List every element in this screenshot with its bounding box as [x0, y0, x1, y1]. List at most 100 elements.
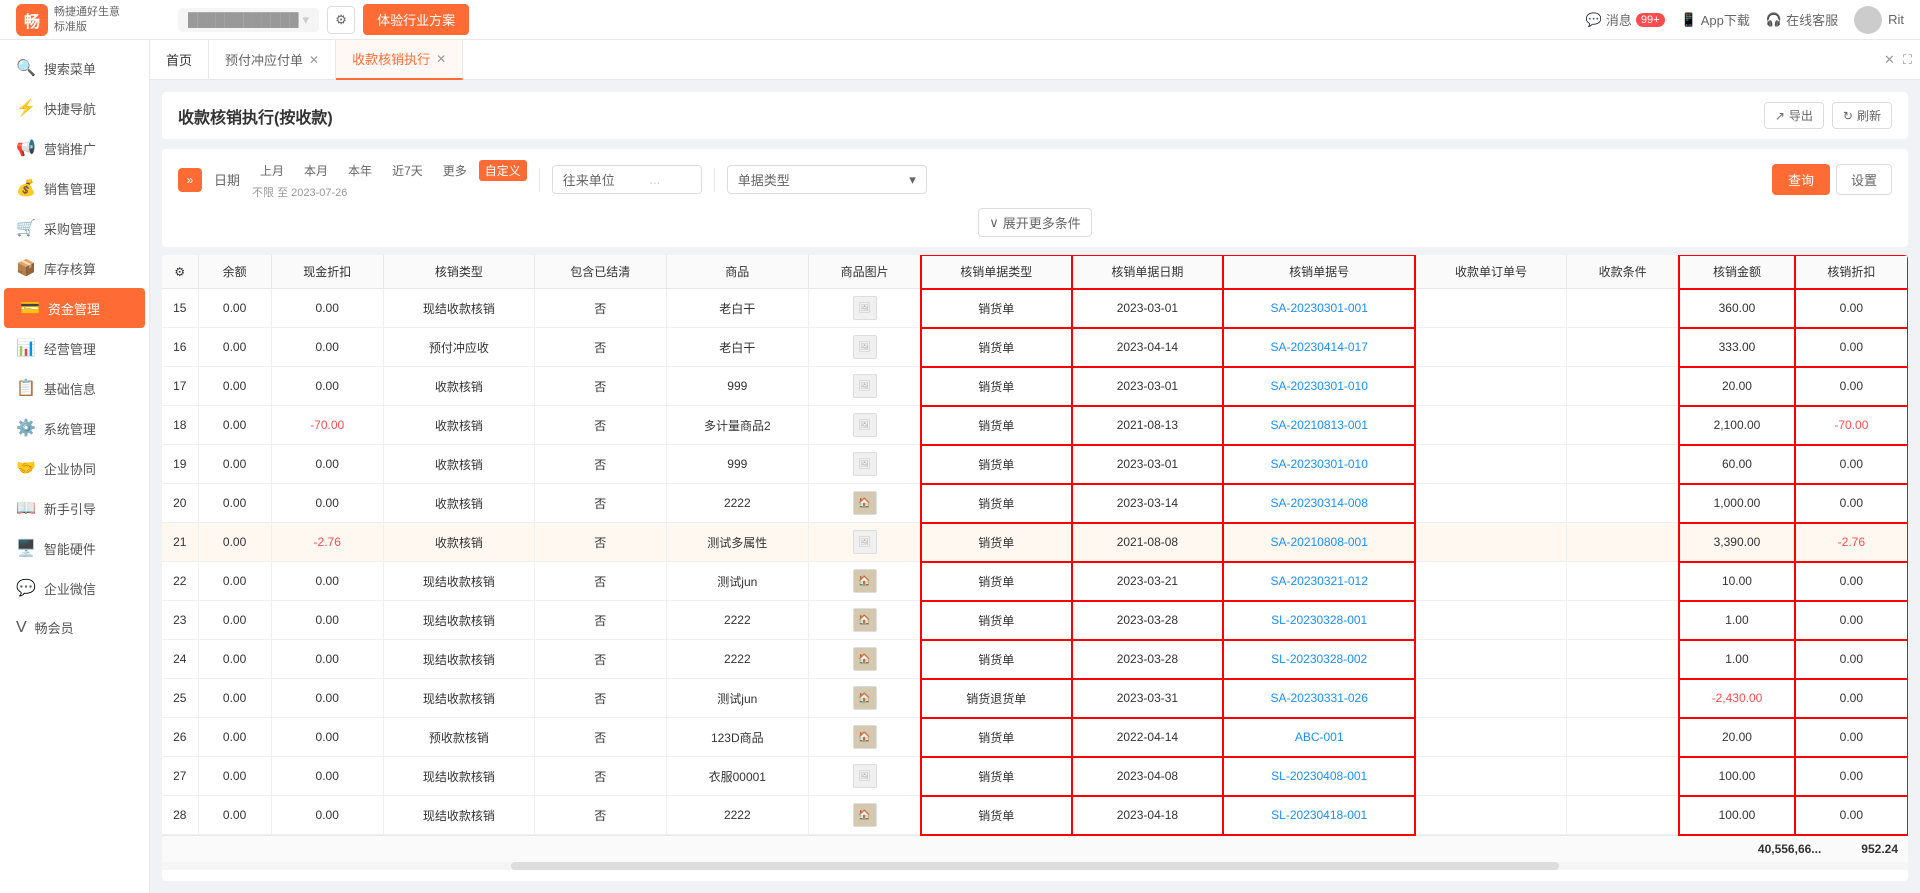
- cell-goods: 2222: [666, 796, 808, 835]
- table-row: 16 0.00 0.00 预付冲应收 否 老白干 🖼 销货单 2023-04-1…: [162, 328, 1908, 367]
- sidebar-item-purchase[interactable]: 🛒 采购管理: [0, 208, 149, 248]
- cell-doc-type: 销货单: [921, 328, 1072, 367]
- doc-no-link[interactable]: SL-20230408-001: [1271, 769, 1367, 783]
- cell-cash-discount: -2.76: [271, 523, 383, 562]
- cell-writeoff-type: 收款核销: [383, 484, 534, 523]
- doc-no-link[interactable]: ABC-001: [1295, 730, 1344, 744]
- user-area[interactable]: Rit: [1854, 6, 1904, 34]
- sidebar-item-search[interactable]: 🔍 搜索菜单: [0, 48, 149, 88]
- cell-goods-img: 🖼: [809, 757, 921, 796]
- cell-seq: 17: [162, 367, 198, 406]
- cell-doc-type: 销货单: [921, 562, 1072, 601]
- settings-icon[interactable]: ⚙: [327, 6, 355, 34]
- app-download-area[interactable]: 📱 App下载: [1681, 10, 1750, 29]
- sidebar-item-shortcut[interactable]: ⚡ 快捷导航: [0, 88, 149, 128]
- tab-home[interactable]: 首页: [150, 40, 209, 80]
- date-label: 日期: [214, 170, 240, 189]
- cell-discount: 0.00: [1795, 718, 1907, 757]
- window-expand-icon[interactable]: ⛶: [1903, 52, 1912, 68]
- voucher-type-selector[interactable]: 单据类型 ▾: [727, 165, 927, 194]
- sidebar-label-wechat: 企业微信: [44, 579, 96, 598]
- sidebar-item-guide[interactable]: 📖 新手引导: [0, 488, 149, 528]
- sidebar-label-marketing: 营销推广: [44, 139, 96, 158]
- filter-row: » 日期 上月 本月 本年 近7天 更多 自定义 不限 至 2023-07-26: [178, 159, 1892, 200]
- date-btn-this-month[interactable]: 本月: [296, 159, 336, 182]
- sidebar-item-enterprise[interactable]: 🤝 企业协同: [0, 448, 149, 488]
- sidebar-item-inventory[interactable]: 📦 库存核算: [0, 248, 149, 288]
- industry-button[interactable]: 体验行业方案: [363, 4, 469, 35]
- cell-balance: 0.00: [198, 406, 271, 445]
- doc-no-link[interactable]: SL-20230418-001: [1271, 808, 1367, 822]
- doc-no-link[interactable]: SL-20230328-002: [1271, 652, 1367, 666]
- doc-no-link[interactable]: SA-20230414-017: [1270, 340, 1367, 354]
- partner-selector[interactable]: 往来单位 ...: [552, 165, 702, 194]
- doc-no-link[interactable]: SA-20230321-012: [1270, 574, 1367, 588]
- sidebar-label-enterprise: 企业协同: [44, 459, 96, 478]
- cell-receipt-order: [1415, 562, 1566, 601]
- tab-writeoff[interactable]: 收款核销执行 ✕: [336, 40, 463, 80]
- sidebar-item-system[interactable]: ⚙️ 系统管理: [0, 408, 149, 448]
- date-btn-this-year[interactable]: 本年: [340, 159, 380, 182]
- sidebar-item-wechat[interactable]: 💬 企业微信: [0, 568, 149, 608]
- doc-no-link[interactable]: SL-20230328-001: [1271, 613, 1367, 627]
- scrollbar-thumb[interactable]: [511, 862, 1559, 870]
- col-writeoff-type: 核销类型: [383, 255, 534, 289]
- query-button[interactable]: 查询: [1772, 164, 1830, 195]
- expand-more-button[interactable]: ∨ 展开更多条件: [978, 208, 1092, 237]
- cell-cash-discount: 0.00: [271, 757, 383, 796]
- sidebar-item-finance[interactable]: 💳 资金管理: [4, 288, 145, 328]
- sidebar-item-sales[interactable]: 💰 销售管理: [0, 168, 149, 208]
- tab-prepay[interactable]: 预付冲应付单 ✕: [209, 40, 336, 80]
- setting-button[interactable]: 设置: [1836, 164, 1892, 195]
- cell-amount: 60.00: [1679, 445, 1796, 484]
- tab-writeoff-close[interactable]: ✕: [436, 52, 446, 66]
- sidebar-item-hardware[interactable]: 🖥️ 智能硬件: [0, 528, 149, 568]
- sidebar-label-member: 畅会员: [35, 618, 74, 637]
- horizontal-scrollbar[interactable]: [162, 862, 1908, 870]
- date-btn-7days[interactable]: 近7天: [384, 159, 431, 182]
- sidebar-item-basics[interactable]: 📋 基础信息: [0, 368, 149, 408]
- top-bar: 畅 畅捷通好生意标准版 ████████████ ▾ ⚙ 体验行业方案 💬 消息…: [0, 0, 1920, 40]
- cell-doc-type: 销货单: [921, 718, 1072, 757]
- col-settings[interactable]: ⚙: [162, 255, 198, 289]
- sidebar-item-marketing[interactable]: 📢 营销推广: [0, 128, 149, 168]
- doc-no-link[interactable]: SA-20230331-026: [1270, 691, 1367, 705]
- window-close-icon[interactable]: ✕: [1884, 52, 1895, 68]
- table-row: 26 0.00 0.00 预收款核销 否 123D商品 🏠 销货单 2022-0…: [162, 718, 1908, 757]
- tab-prepay-close[interactable]: ✕: [309, 53, 319, 67]
- cell-goods-img: 🏠: [809, 640, 921, 679]
- cell-doc-date: 2023-03-14: [1072, 484, 1223, 523]
- cell-amount: 20.00: [1679, 367, 1796, 406]
- export-button[interactable]: ↗ 导出: [1764, 102, 1824, 129]
- company-selector[interactable]: ████████████ ▾: [178, 8, 319, 32]
- cell-writeoff-type: 现结收款核销: [383, 601, 534, 640]
- sidebar-item-operations[interactable]: 📊 经营管理: [0, 328, 149, 368]
- cell-writeoff-type: 收款核销: [383, 406, 534, 445]
- doc-no-link[interactable]: SA-20230301-001: [1270, 301, 1367, 315]
- sidebar-item-member[interactable]: V 畅会员: [0, 608, 149, 647]
- col-balance: 余额: [198, 255, 271, 289]
- cell-discount: 0.00: [1795, 796, 1907, 835]
- doc-no-link[interactable]: SA-20230301-010: [1270, 379, 1367, 393]
- date-btn-custom[interactable]: 自定义: [479, 160, 527, 181]
- cell-doc-type: 销货退货单: [921, 679, 1072, 718]
- main-layout: 🔍 搜索菜单 ⚡ 快捷导航 📢 营销推广 💰 销售管理 🛒 采购管理 📦 库存核…: [0, 40, 1920, 893]
- doc-no-link[interactable]: SA-20210813-001: [1270, 418, 1367, 432]
- table-row: 19 0.00 0.00 收款核销 否 999 🖼 销货单 2023-03-01…: [162, 445, 1908, 484]
- voucher-type-label: 单据类型: [738, 170, 790, 189]
- date-btn-more[interactable]: 更多: [435, 159, 475, 182]
- table-row: 28 0.00 0.00 现结收款核销 否 2222 🏠 销货单 2023-04…: [162, 796, 1908, 835]
- cell-doc-no: SL-20230328-002: [1223, 640, 1415, 679]
- filter-expand-button[interactable]: »: [178, 168, 202, 192]
- date-btn-last-month[interactable]: 上月: [252, 159, 292, 182]
- table-row: 23 0.00 0.00 现结收款核销 否 2222 🏠 销货单 2023-03…: [162, 601, 1908, 640]
- notification-area[interactable]: 💬 消息 99+: [1586, 10, 1665, 29]
- cell-seq: 18: [162, 406, 198, 445]
- doc-no-link[interactable]: SA-20230301-010: [1270, 457, 1367, 471]
- doc-no-link[interactable]: SA-20230314-008: [1270, 496, 1367, 510]
- table-row: 18 0.00 -70.00 收款核销 否 多计量商品2 🖼 销货单 2021-…: [162, 406, 1908, 445]
- cell-balance: 0.00: [198, 679, 271, 718]
- doc-no-link[interactable]: SA-20210808-001: [1270, 535, 1367, 549]
- online-service-area[interactable]: 🎧 在线客服: [1766, 10, 1838, 29]
- refresh-button[interactable]: ↻ 刷新: [1832, 102, 1892, 129]
